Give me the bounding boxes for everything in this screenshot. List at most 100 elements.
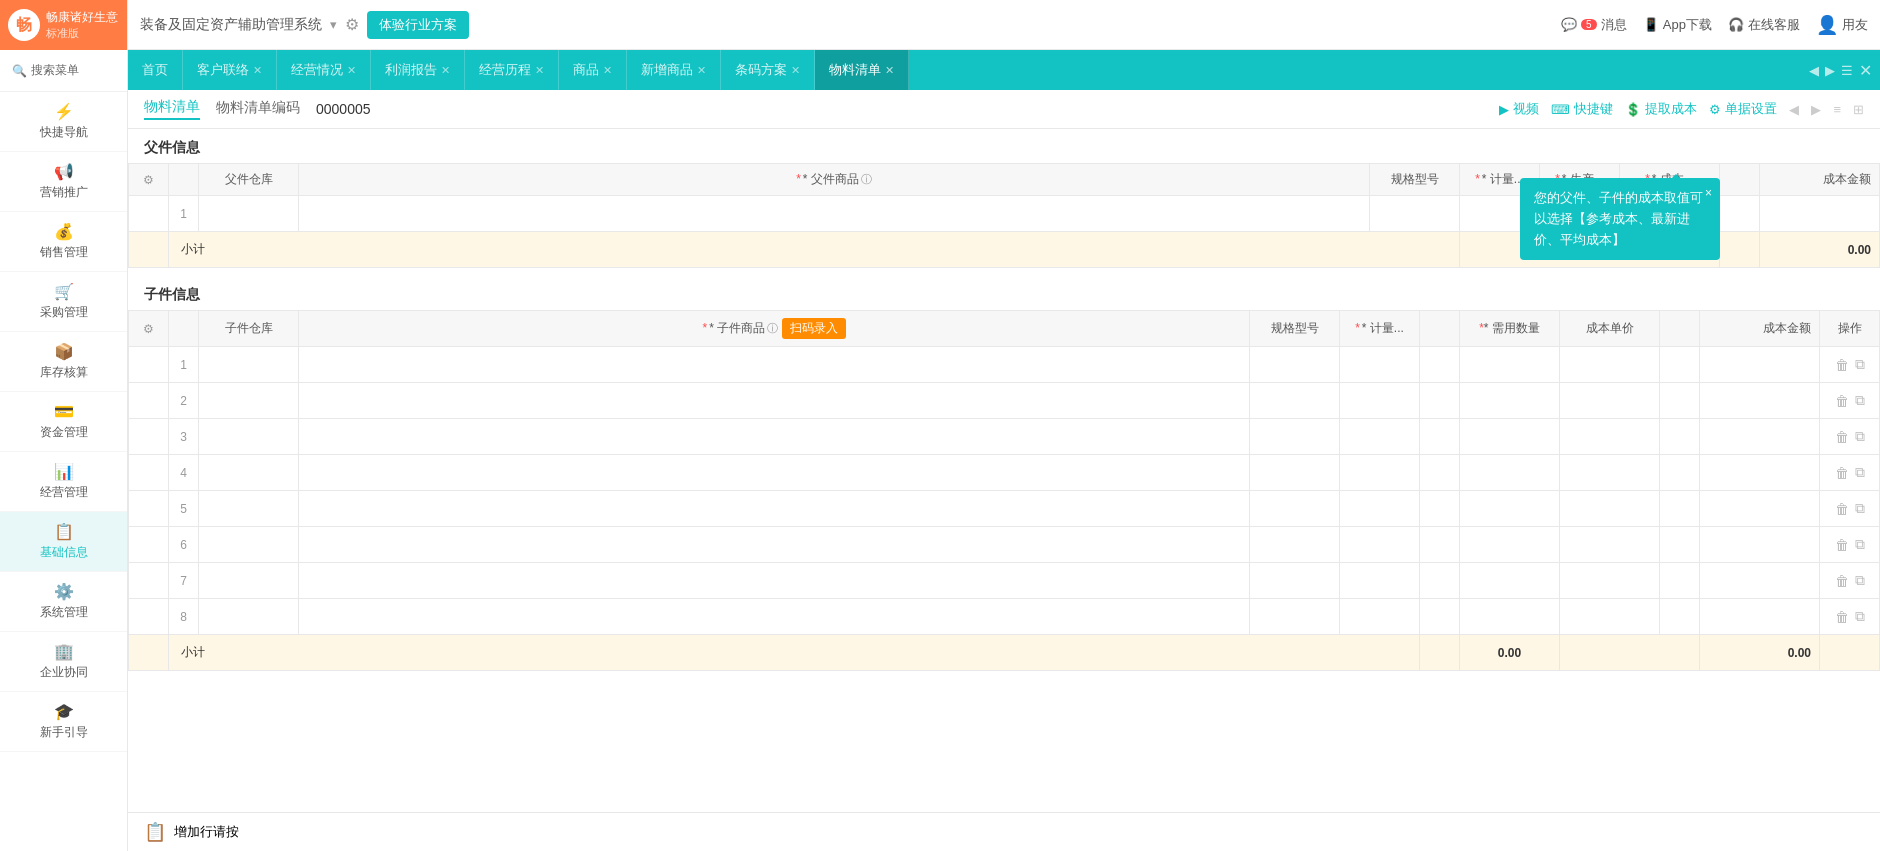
sub-tab-bom[interactable]: 物料清单 bbox=[144, 98, 200, 120]
child-row-qty-3[interactable] bbox=[1460, 455, 1560, 491]
child-row-product-5[interactable] bbox=[299, 527, 1250, 563]
child-row-warehouse-4[interactable] bbox=[199, 491, 299, 527]
tab-menu-icon[interactable]: ☰ bbox=[1841, 63, 1853, 78]
child-row-spec-6[interactable] bbox=[1250, 563, 1340, 599]
sidebar-item-operation[interactable]: 📊 经营管理 bbox=[0, 452, 127, 512]
sidebar-item-inventory[interactable]: 📦 库存核算 bbox=[0, 332, 127, 392]
child-row-measure-5[interactable] bbox=[1340, 527, 1420, 563]
tab-profit[interactable]: 利润报告 ✕ bbox=[371, 50, 465, 90]
tab-close-icon[interactable]: ✕ bbox=[535, 64, 544, 77]
copy-icon[interactable]: ⧉ bbox=[1855, 608, 1865, 625]
tab-close-icon[interactable]: ✕ bbox=[697, 64, 706, 77]
child-row-product-6[interactable] bbox=[299, 563, 1250, 599]
child-row-product-7[interactable] bbox=[299, 599, 1250, 635]
tab-close-icon[interactable]: ✕ bbox=[253, 64, 262, 77]
settings-btn[interactable]: ⚙ 单据设置 bbox=[1709, 100, 1777, 118]
copy-icon[interactable]: ⧉ bbox=[1855, 500, 1865, 517]
add-row-icon[interactable]: 📋 bbox=[144, 821, 166, 843]
copy-icon[interactable]: ⧉ bbox=[1855, 464, 1865, 481]
child-row-warehouse-3[interactable] bbox=[199, 455, 299, 491]
child-row-measure-0[interactable] bbox=[1340, 347, 1420, 383]
sidebar-item-sales[interactable]: 💰 销售管理 bbox=[0, 212, 127, 272]
parent-row-warehouse[interactable] bbox=[199, 196, 299, 232]
child-row-qty-6[interactable] bbox=[1460, 563, 1560, 599]
tab-close-icon[interactable]: ✕ bbox=[347, 64, 356, 77]
trial-btn[interactable]: 体验行业方案 bbox=[367, 11, 469, 39]
child-row-unit-cost-3[interactable] bbox=[1560, 455, 1660, 491]
child-row-spec-1[interactable] bbox=[1250, 383, 1340, 419]
child-row-measure-7[interactable] bbox=[1340, 599, 1420, 635]
child-row-warehouse-1[interactable] bbox=[199, 383, 299, 419]
scan-btn[interactable]: 扫码录入 bbox=[782, 318, 846, 339]
copy-icon[interactable]: ⧉ bbox=[1855, 356, 1865, 373]
sidebar-item-enterprise[interactable]: 🏢 企业协同 bbox=[0, 632, 127, 692]
delete-icon[interactable]: 🗑 bbox=[1835, 429, 1849, 445]
tab-prev-icon[interactable]: ◀ bbox=[1809, 63, 1819, 78]
child-row-qty-7[interactable] bbox=[1460, 599, 1560, 635]
tab-operation[interactable]: 经营情况 ✕ bbox=[277, 50, 371, 90]
child-row-unit-cost-7[interactable] bbox=[1560, 599, 1660, 635]
delete-icon[interactable]: 🗑 bbox=[1835, 573, 1849, 589]
child-row-unit-cost-5[interactable] bbox=[1560, 527, 1660, 563]
user-item[interactable]: 👤 用友 bbox=[1816, 14, 1868, 36]
dropdown-arrow-icon[interactable]: ▾ bbox=[330, 17, 337, 32]
nav-next-icon[interactable]: ▶ bbox=[1811, 102, 1821, 117]
sidebar-item-purchase[interactable]: 🛒 采购管理 bbox=[0, 272, 127, 332]
child-row-warehouse-2[interactable] bbox=[199, 419, 299, 455]
child-row-spec-2[interactable] bbox=[1250, 419, 1340, 455]
nav-prev-icon[interactable]: ◀ bbox=[1789, 102, 1799, 117]
tab-products[interactable]: 商品 ✕ bbox=[559, 50, 627, 90]
tab-bom[interactable]: 物料清单 ✕ bbox=[815, 50, 909, 90]
child-row-measure-3[interactable] bbox=[1340, 455, 1420, 491]
copy-icon[interactable]: ⧉ bbox=[1855, 536, 1865, 553]
child-row-warehouse-5[interactable] bbox=[199, 527, 299, 563]
child-row-spec-4[interactable] bbox=[1250, 491, 1340, 527]
child-row-product-2[interactable] bbox=[299, 419, 1250, 455]
copy-icon[interactable]: ⧉ bbox=[1855, 428, 1865, 445]
child-row-spec-5[interactable] bbox=[1250, 527, 1340, 563]
child-row-measure-1[interactable] bbox=[1340, 383, 1420, 419]
settings-gear-icon[interactable]: ⚙ bbox=[345, 15, 359, 34]
online-service-item[interactable]: 🎧 在线客服 bbox=[1728, 16, 1800, 34]
copy-icon[interactable]: ⧉ bbox=[1855, 392, 1865, 409]
sidebar-item-quick-nav[interactable]: ⚡ 快捷导航 bbox=[0, 92, 127, 152]
child-row-spec-7[interactable] bbox=[1250, 599, 1340, 635]
tab-new-product[interactable]: 新增商品 ✕ bbox=[627, 50, 721, 90]
delete-icon[interactable]: 🗑 bbox=[1835, 393, 1849, 409]
child-row-unit-cost-4[interactable] bbox=[1560, 491, 1660, 527]
child-row-product-3[interactable] bbox=[299, 455, 1250, 491]
message-item[interactable]: 💬 5 消息 bbox=[1561, 16, 1627, 34]
child-row-measure-2[interactable] bbox=[1340, 419, 1420, 455]
tab-home[interactable]: 首页 bbox=[128, 50, 183, 90]
child-row-measure-4[interactable] bbox=[1340, 491, 1420, 527]
child-row-measure-6[interactable] bbox=[1340, 563, 1420, 599]
app-download-item[interactable]: 📱 App下载 bbox=[1643, 16, 1712, 34]
tab-close-all-icon[interactable]: ✕ bbox=[1859, 61, 1872, 80]
sidebar-search[interactable]: 🔍 搜索菜单 bbox=[0, 50, 127, 92]
child-row-qty-2[interactable] bbox=[1460, 419, 1560, 455]
sidebar-item-guide[interactable]: 🎓 新手引导 bbox=[0, 692, 127, 752]
tab-next-icon[interactable]: ▶ bbox=[1825, 63, 1835, 78]
child-row-spec-0[interactable] bbox=[1250, 347, 1340, 383]
child-row-unit-cost-0[interactable] bbox=[1560, 347, 1660, 383]
parent-settings-icon[interactable]: ⚙ bbox=[143, 173, 154, 187]
child-row-qty-5[interactable] bbox=[1460, 527, 1560, 563]
child-row-product-0[interactable] bbox=[299, 347, 1250, 383]
child-row-qty-1[interactable] bbox=[1460, 383, 1560, 419]
sidebar-item-marketing[interactable]: 📢 营销推广 bbox=[0, 152, 127, 212]
child-row-unit-cost-1[interactable] bbox=[1560, 383, 1660, 419]
grid-view-icon[interactable]: ⊞ bbox=[1853, 102, 1864, 117]
child-row-unit-cost-6[interactable] bbox=[1560, 563, 1660, 599]
delete-icon[interactable]: 🗑 bbox=[1835, 501, 1849, 517]
tab-customer[interactable]: 客户联络 ✕ bbox=[183, 50, 277, 90]
child-row-spec-3[interactable] bbox=[1250, 455, 1340, 491]
child-row-product-4[interactable] bbox=[299, 491, 1250, 527]
child-row-warehouse-6[interactable] bbox=[199, 563, 299, 599]
tab-close-icon[interactable]: ✕ bbox=[441, 64, 450, 77]
child-row-product-1[interactable] bbox=[299, 383, 1250, 419]
sidebar-item-system[interactable]: ⚙️ 系统管理 bbox=[0, 572, 127, 632]
sub-tab-bom-code[interactable]: 物料清单编码 bbox=[216, 99, 300, 119]
child-row-qty-4[interactable] bbox=[1460, 491, 1560, 527]
delete-icon[interactable]: 🗑 bbox=[1835, 609, 1849, 625]
list-view-icon[interactable]: ≡ bbox=[1833, 102, 1841, 117]
